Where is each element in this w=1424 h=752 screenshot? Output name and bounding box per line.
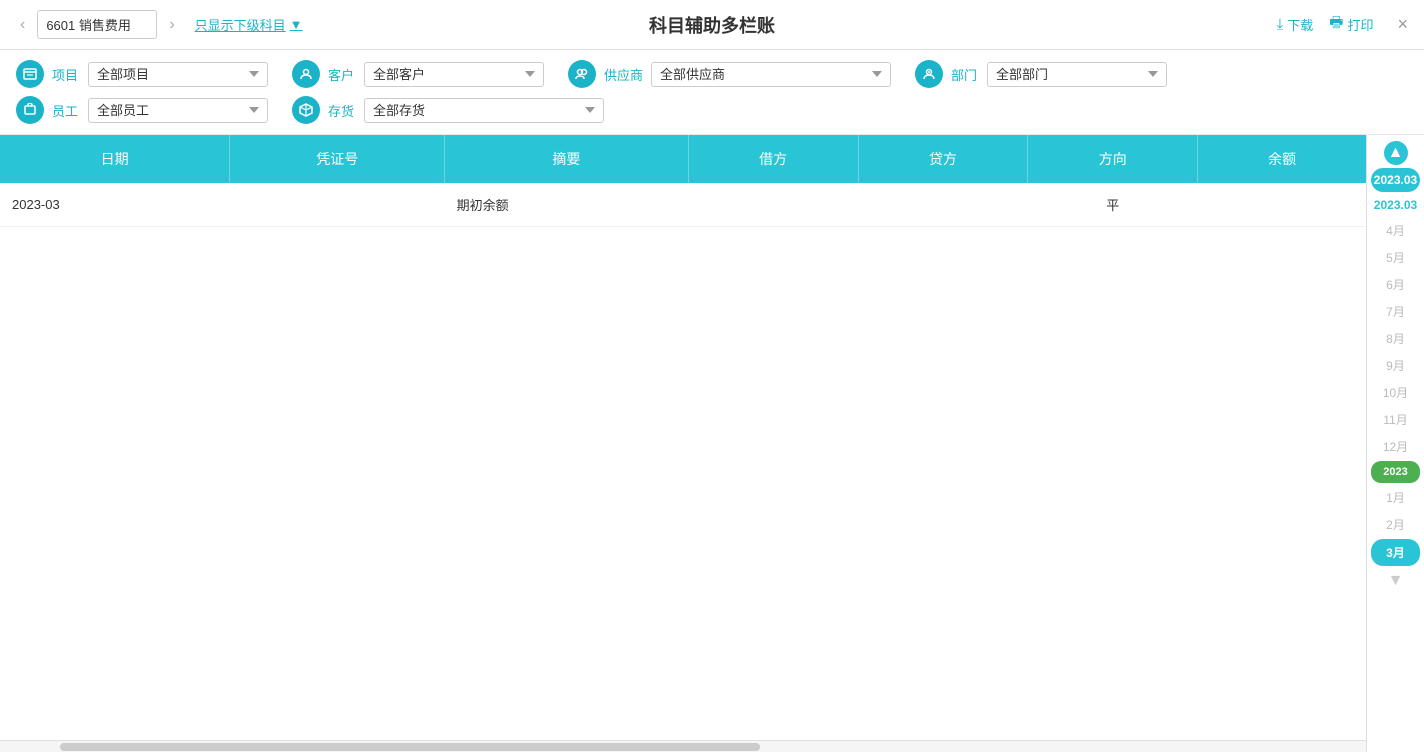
- side-item-7[interactable]: 7月: [1367, 298, 1424, 325]
- side-panel: ▲ 2023.03 2023.03 4月 5月 6月 7月 8: [1366, 135, 1424, 752]
- account-code: 6601 销售费用: [37, 10, 157, 39]
- horizontal-scrollbar[interactable]: [0, 740, 1366, 752]
- scrollbar-thumb: [60, 743, 760, 751]
- filter-row-inventory: 存货 全部存货: [292, 96, 604, 124]
- show-sublevel-label: 只显示下级科目: [195, 15, 286, 34]
- filter-area: 项目 全部项目 客户 全部客户: [0, 50, 1424, 135]
- side-item-10[interactable]: 10月: [1367, 379, 1424, 406]
- col-direction: 方向: [1028, 135, 1198, 183]
- supplier-select[interactable]: 全部供应商: [651, 62, 891, 87]
- side-item-1[interactable]: 1月: [1367, 484, 1424, 511]
- cell-balance: [1198, 183, 1366, 227]
- col-debit: 借方: [688, 135, 858, 183]
- prev-account-button[interactable]: ‹: [16, 14, 29, 36]
- side-item-11[interactable]: 11月: [1367, 406, 1424, 433]
- content-area: 日期 凭证号 摘要 借方 贷方 方向 余额 2023-03 期初余额: [0, 135, 1424, 752]
- table-area: 日期 凭证号 摘要 借方 贷方 方向 余额 2023-03 期初余额: [0, 135, 1366, 752]
- customer-icon: [292, 60, 320, 88]
- cell-debit: [688, 183, 858, 227]
- side-item-4[interactable]: 4月: [1367, 217, 1424, 244]
- filter-row-project: 项目 全部项目: [16, 60, 268, 88]
- col-credit: 贷方: [858, 135, 1028, 183]
- top-actions: ⤓ 下载 🖶 打印 ×: [1277, 12, 1408, 37]
- col-summary: 摘要: [445, 135, 689, 183]
- data-table: 日期 凭证号 摘要 借方 贷方 方向 余额 2023-03 期初余额: [0, 135, 1366, 227]
- supplier-icon: [568, 60, 596, 88]
- col-voucher: 凭证号: [230, 135, 445, 183]
- side-item-2[interactable]: 2月: [1367, 511, 1424, 538]
- side-item-12[interactable]: 12月: [1367, 433, 1424, 460]
- main-window: ‹ 6601 销售费用 › 只显示下级科目 ▼ 科目辅助多栏账 ⤓ 下载 🖶 打…: [0, 0, 1424, 752]
- cell-voucher: [230, 183, 445, 227]
- customer-label: 客户: [328, 65, 356, 84]
- project-label: 项目: [52, 65, 80, 84]
- table-empty-area: [0, 227, 1366, 740]
- side-scroll-up-button[interactable]: ▲: [1384, 141, 1408, 165]
- cell-credit: [858, 183, 1028, 227]
- project-icon: [16, 60, 44, 88]
- department-icon: [915, 60, 943, 88]
- inventory-icon: [292, 96, 320, 124]
- show-sublevel-toggle[interactable]: 只显示下级科目 ▼: [195, 15, 303, 34]
- show-sublevel-dropdown-icon: ▼: [290, 17, 303, 32]
- side-item-9[interactable]: 9月: [1367, 352, 1424, 379]
- filter-row-supplier: 供应商 全部供应商: [568, 60, 891, 88]
- supplier-label: 供应商: [604, 65, 643, 84]
- table-header: 日期 凭证号 摘要 借方 贷方 方向 余额: [0, 135, 1366, 183]
- side-item-year-2023[interactable]: 2023: [1371, 461, 1420, 483]
- project-select[interactable]: 全部项目: [88, 62, 268, 87]
- customer-select[interactable]: 全部客户: [364, 62, 544, 87]
- inventory-label: 存货: [328, 101, 356, 120]
- print-button[interactable]: 🖶 打印: [1329, 12, 1373, 37]
- col-date: 日期: [0, 135, 230, 183]
- side-item-2023-03-highlight[interactable]: 2023.03: [1371, 168, 1420, 192]
- next-account-button[interactable]: ›: [165, 14, 178, 36]
- close-button[interactable]: ×: [1397, 14, 1408, 35]
- table-body: 2023-03 期初余额 平: [0, 183, 1366, 227]
- side-item-5[interactable]: 5月: [1367, 244, 1424, 271]
- side-item-2023-03[interactable]: 2023.03: [1367, 193, 1424, 217]
- side-item-3-active[interactable]: 3月: [1371, 539, 1420, 566]
- table-row: 2023-03 期初余额 平: [0, 183, 1366, 227]
- download-icon: ⤓: [1277, 16, 1284, 33]
- cell-summary: 期初余额: [445, 183, 689, 227]
- filter-row-department: 部门 全部部门: [915, 60, 1167, 88]
- cell-date: 2023-03: [0, 183, 230, 227]
- filter-row-employee: 员工 全部员工: [16, 96, 268, 124]
- employee-icon: [16, 96, 44, 124]
- top-bar: ‹ 6601 销售费用 › 只显示下级科目 ▼ 科目辅助多栏账 ⤓ 下载 🖶 打…: [0, 0, 1424, 50]
- side-item-8[interactable]: 8月: [1367, 325, 1424, 352]
- download-button[interactable]: ⤓ 下载: [1277, 15, 1314, 34]
- print-icon: 🖶: [1329, 12, 1343, 37]
- department-label: 部门: [951, 65, 979, 84]
- side-item-6[interactable]: 6月: [1367, 271, 1424, 298]
- filter-row-customer: 客户 全部客户: [292, 60, 544, 88]
- employee-select[interactable]: 全部员工: [88, 98, 268, 123]
- employee-label: 员工: [52, 101, 80, 120]
- inventory-select[interactable]: 全部存货: [364, 98, 604, 123]
- cell-direction: 平: [1028, 183, 1198, 227]
- side-scroll-down-button[interactable]: ▼: [1384, 569, 1408, 593]
- page-title: 科目辅助多栏账: [649, 12, 775, 38]
- department-select[interactable]: 全部部门: [987, 62, 1167, 87]
- col-balance: 余额: [1198, 135, 1366, 183]
